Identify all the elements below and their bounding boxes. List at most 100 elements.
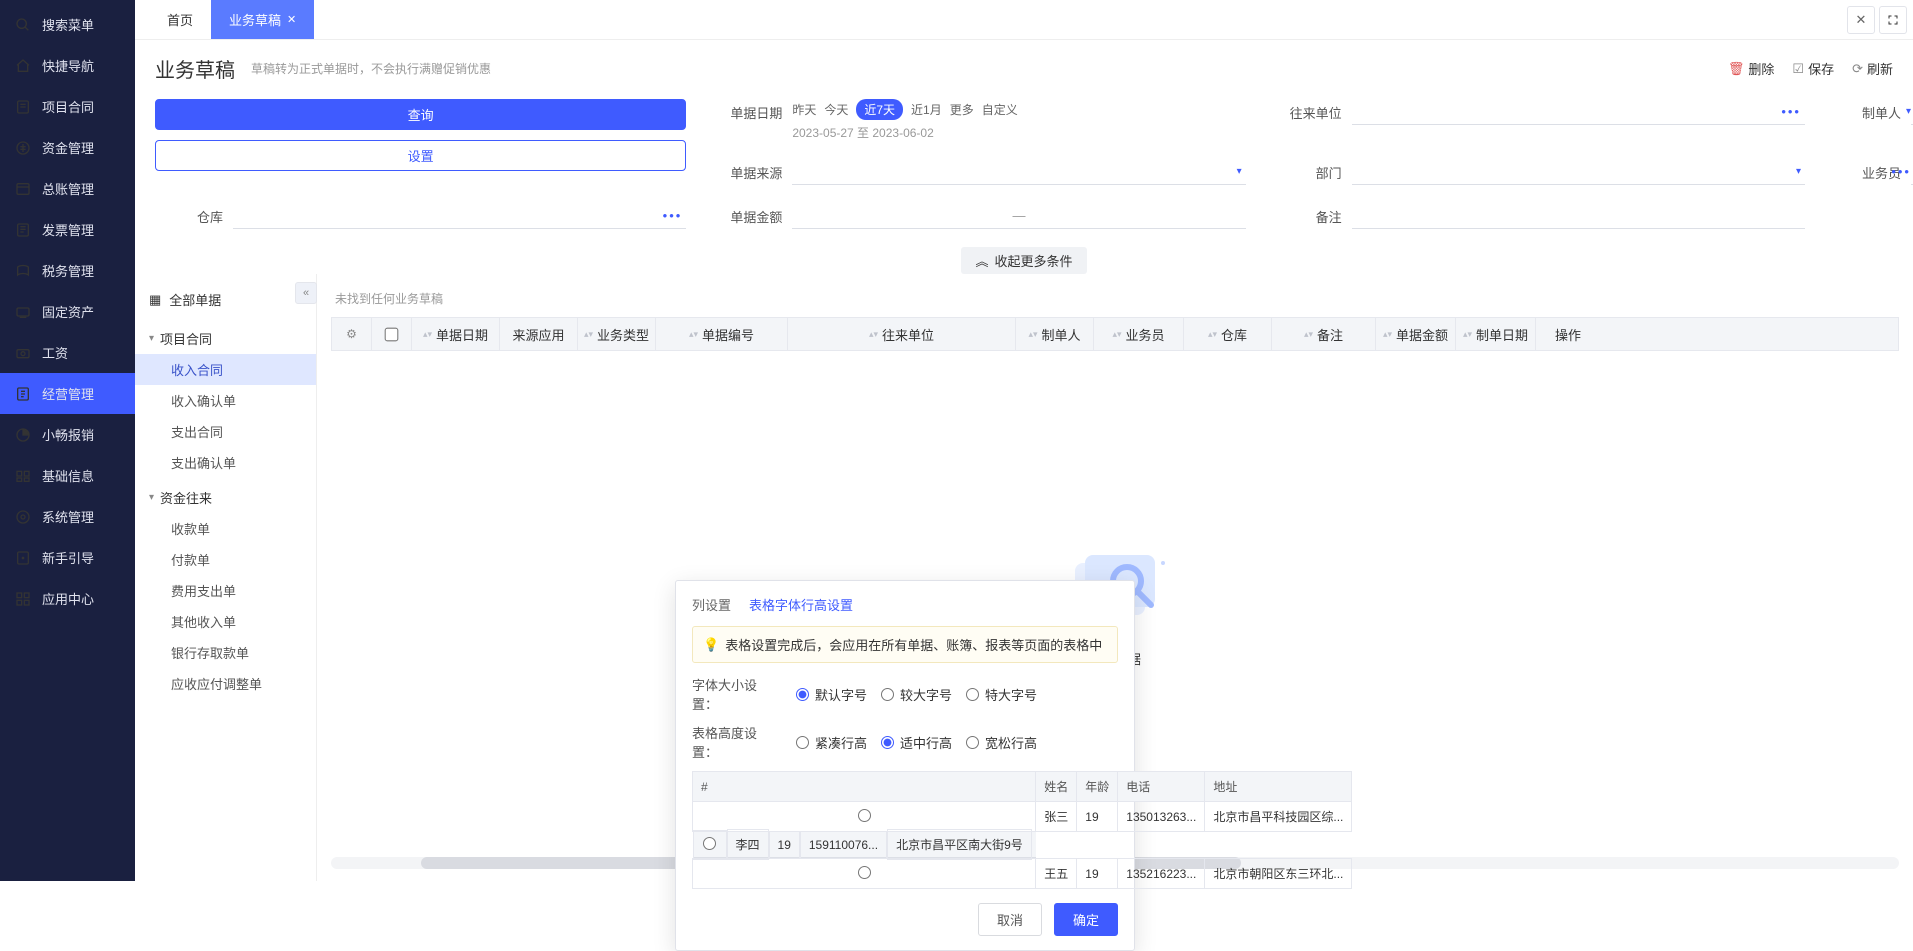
filter-maker: 制单人 ▾ [1833, 99, 1893, 141]
col-remark[interactable]: ▴▾备注 [1272, 318, 1376, 350]
list-item[interactable]: 收入合同 [135, 354, 316, 385]
col-maker[interactable]: ▴▾制单人 [1016, 318, 1094, 350]
modal-tab-columns[interactable]: 列设置 [692, 595, 731, 614]
page-title: 业务草稿 [155, 54, 235, 83]
warehouse-select[interactable]: ••• [233, 203, 686, 229]
table-row[interactable]: 李四 19 15911007​6... 北京市昌平区南大街9号 [693, 832, 1036, 858]
partner-select[interactable]: ••• [1352, 99, 1805, 125]
sidebar-item-ledger[interactable]: 总账管理 [0, 168, 135, 209]
font-size-row: 字体大小设置： 默认字号 较大字号 特大字号 [692, 675, 1118, 713]
dept-select[interactable]: ▾ [1352, 159, 1805, 185]
tab-home[interactable]: 首页 [149, 0, 211, 39]
filter-sales: 业务员 ••• [1833, 159, 1893, 185]
sidebar-item-project[interactable]: 项目合同 [0, 86, 135, 127]
list-item[interactable]: 费用支出单 [135, 575, 316, 606]
list-item[interactable]: 付款单 [135, 544, 316, 575]
sidebar-item-base[interactable]: 基础信息 [0, 455, 135, 496]
sidebar-item-tax[interactable]: 税务管理 [0, 250, 135, 291]
remark-input[interactable] [1352, 203, 1805, 229]
sidebar-item-guide[interactable]: 新手引导 [0, 537, 135, 578]
chip-7days[interactable]: 近7天 [856, 99, 903, 120]
table-row[interactable]: 张三 19 13501326​3... 北京市昌平科技园区综... [693, 802, 1352, 832]
tab-bar: 首页 业务草稿 ✕ ✕ [135, 0, 1913, 40]
sidebar-item-manage[interactable]: 经营管理 [0, 373, 135, 414]
collapse-panel-button[interactable]: « [295, 282, 317, 304]
list-item[interactable]: 支出合同 [135, 416, 316, 447]
apps-icon [14, 590, 32, 608]
list-item[interactable]: 银行存取款单 [135, 637, 316, 668]
asset-icon [14, 303, 32, 321]
filter-warehouse: 仓库 ••• [155, 203, 686, 229]
confirm-button[interactable]: 确定 [1054, 903, 1118, 936]
select-all-checkbox[interactable] [372, 318, 412, 350]
collapse-filters[interactable]: ︽收起更多条件 [961, 247, 1086, 274]
radio-font-large[interactable]: 较大字号 [881, 685, 952, 704]
row-radio[interactable] [858, 809, 871, 822]
close-all-button[interactable]: ✕ [1847, 6, 1875, 34]
list-item[interactable]: 支出确认单 [135, 447, 316, 478]
chip-1month[interactable]: 近1月 [911, 101, 942, 118]
sidebar-item-system[interactable]: 系统管理 [0, 496, 135, 537]
invoice-icon [14, 221, 32, 239]
close-icon[interactable]: ✕ [287, 13, 296, 26]
col-sales[interactable]: ▴▾业务员 [1094, 318, 1184, 350]
radio-font-xlarge[interactable]: 特大字号 [966, 685, 1037, 704]
modal-tab-font[interactable]: 表格字体行高设置 [749, 595, 853, 614]
list-item[interactable]: 应收应付调整单 [135, 668, 316, 699]
sidebar-item-report[interactable]: 小畅报销 [0, 414, 135, 455]
col-operate: 操作 [1536, 318, 1600, 350]
fullscreen-button[interactable] [1879, 6, 1907, 34]
tab-draft[interactable]: 业务草稿 ✕ [211, 0, 314, 39]
col-partner[interactable]: ▴▾往来单位 [788, 318, 1016, 350]
radio-font-default[interactable]: 默认字号 [796, 685, 867, 704]
col-create-date[interactable]: ▴▾制单日期 [1456, 318, 1536, 350]
radio-height-loose[interactable]: 宽松行高 [966, 733, 1037, 752]
list-item[interactable]: 收款单 [135, 513, 316, 544]
col-amount[interactable]: ▴▾单据金额 [1376, 318, 1456, 350]
delete-button[interactable]: 🗑删除 [1728, 59, 1775, 78]
chevron-up-icon: ︽ [975, 251, 988, 270]
bulb-icon: 💡 [703, 637, 719, 653]
filter-dept: 部门 ▾ [1274, 159, 1805, 185]
col-doc-date[interactable]: ▴▾单据日期 [412, 318, 500, 350]
source-select[interactable]: ▾ [792, 159, 1245, 185]
group-toggle[interactable]: ▾资金往来 [135, 482, 316, 513]
table-row[interactable]: 王五 19 13521622​3... 北京市朝阳区东三环北... [693, 859, 1352, 889]
radio-height-medium[interactable]: 适中行高 [881, 733, 952, 752]
query-button[interactable]: 查询 [155, 99, 686, 130]
sidebar-item-invoice[interactable]: 发票管理 [0, 209, 135, 250]
save-button[interactable]: ☑保存 [1792, 59, 1834, 78]
chip-custom[interactable]: 自定义 [982, 101, 1018, 118]
col-warehouse[interactable]: ▴▾仓库 [1184, 318, 1272, 350]
col-biz-type[interactable]: ▴▾业务类型 [578, 318, 656, 350]
group-toggle[interactable]: ▾项目合同 [135, 323, 316, 354]
list-item[interactable]: 其他收入单 [135, 606, 316, 637]
refresh-button[interactable]: ⟳刷新 [1852, 59, 1893, 78]
filter-source: 单据来源 ▾ [714, 159, 1245, 185]
grid-icon: ▦ [149, 292, 161, 308]
setting-button[interactable]: 设置 [155, 140, 686, 171]
sidebar-item-search[interactable]: 搜索菜单 [0, 4, 135, 45]
sidebar-item-apps[interactable]: 应用中心 [0, 578, 135, 619]
trash-icon: 🗑 [1728, 61, 1745, 77]
sidebar-item-salary[interactable]: 工资 [0, 332, 135, 373]
chip-yesterday[interactable]: 昨天 [792, 101, 816, 118]
filter-partner: 往来单位 ••• [1274, 99, 1805, 141]
sidebar-item-asset[interactable]: 固定资产 [0, 291, 135, 332]
row-radio[interactable] [858, 866, 871, 879]
radio-height-compact[interactable]: 紧凑行高 [796, 733, 867, 752]
sidebar-item-home[interactable]: 快捷导航 [0, 45, 135, 86]
sidebar-item-fund[interactable]: 资金管理 [0, 127, 135, 168]
list-item[interactable]: 收入确认单 [135, 385, 316, 416]
cancel-button[interactable]: 取消 [978, 903, 1042, 936]
chip-more[interactable]: 更多 [950, 101, 974, 118]
chevron-down-icon: ▾ [149, 333, 154, 344]
category-panel: ▦ 全部单据 « ▾项目合同 收入合同 收入确认单 支出合同 支出确认单 ▾资金… [135, 274, 317, 881]
filter-doc-date: 单据日期 昨天 今天 近7天 近1月 更多 自定义 2023-05-27 至 2… [714, 99, 1245, 141]
column-settings-modal: 列设置 表格字体行高设置 💡 表格设置完成后，会应用在所有单据、账簿、报表等页面… [675, 580, 1135, 951]
row-radio[interactable] [703, 837, 716, 850]
col-doc-no[interactable]: ▴▾单据编号 [656, 318, 788, 350]
chip-today[interactable]: 今天 [824, 101, 848, 118]
col-source-app[interactable]: 来源应用 [500, 318, 578, 350]
gear-icon[interactable]: ⚙ [332, 318, 372, 350]
